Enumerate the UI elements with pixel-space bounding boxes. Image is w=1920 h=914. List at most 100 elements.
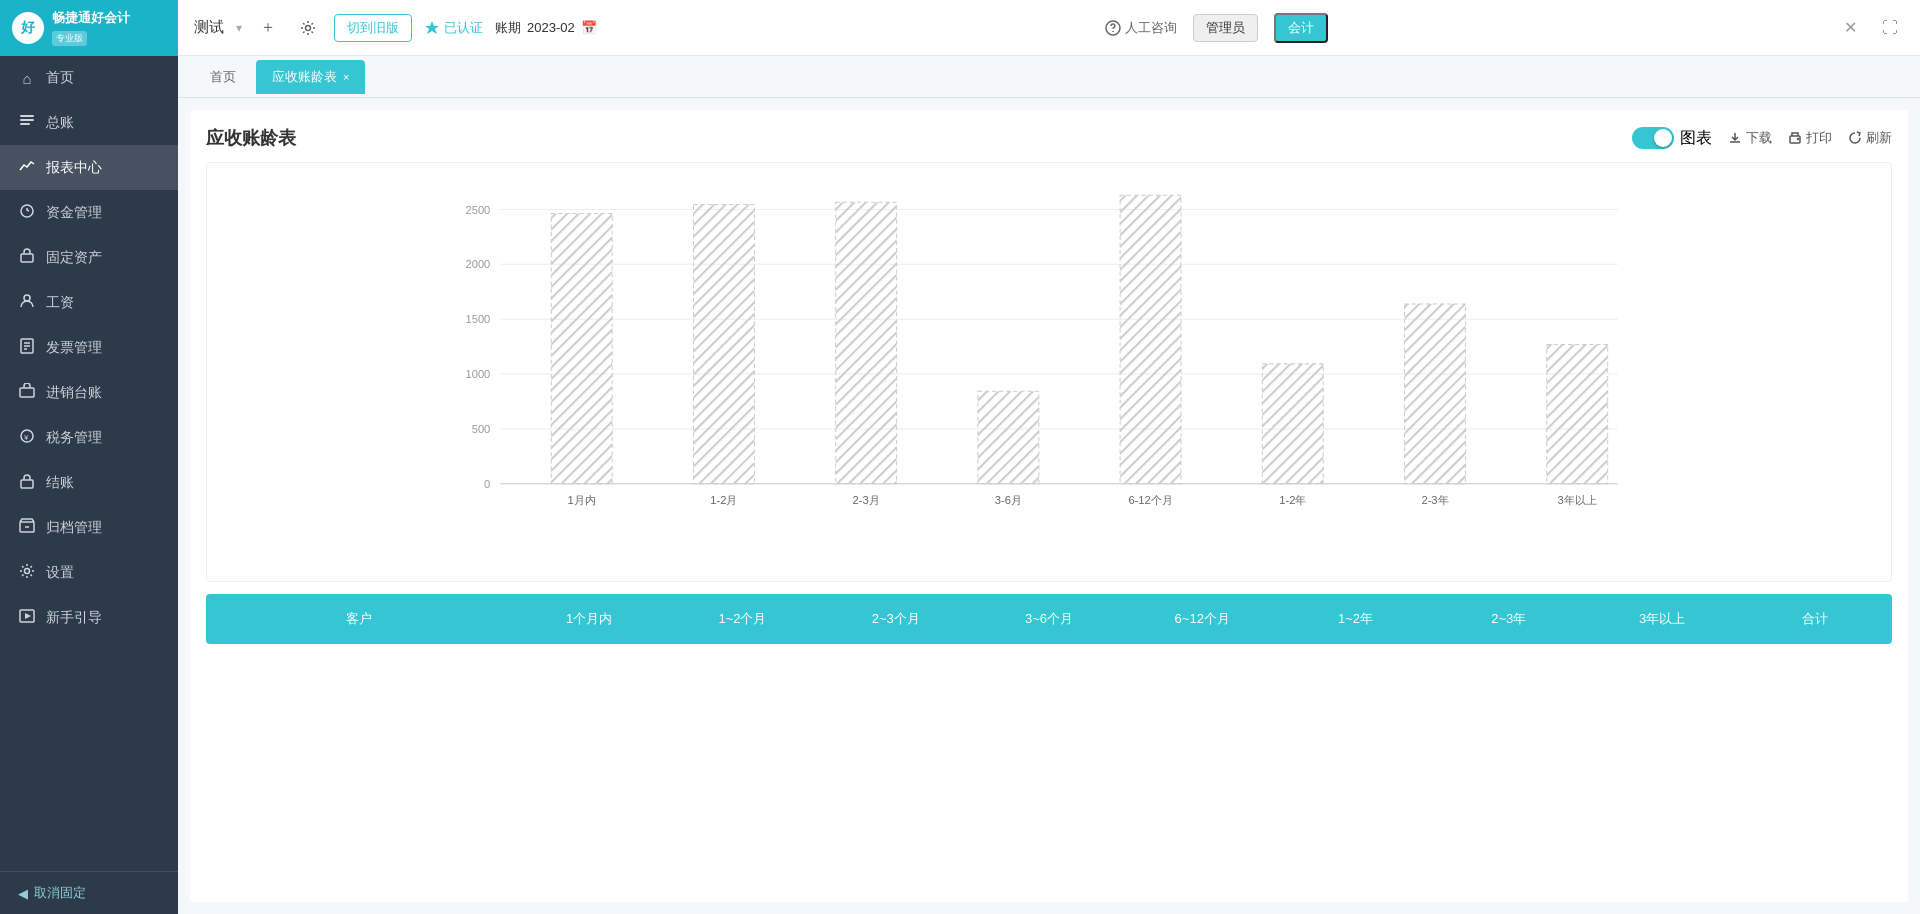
sidebar-item-funds[interactable]: 资金管理 (0, 190, 178, 235)
sidebar: 好 畅捷通好会计 专业版 ⌂ 首页 总账 报表中心 资金管理 (0, 0, 178, 914)
archive-icon (18, 518, 36, 537)
svg-rect-58 (1547, 345, 1608, 484)
close-window-btn[interactable]: ✕ (1836, 14, 1864, 42)
ledger-icon (18, 113, 36, 132)
svg-rect-43 (836, 202, 897, 483)
admin-btn[interactable]: 管理员 (1193, 14, 1258, 42)
sidebar-label-close: 结账 (46, 474, 74, 492)
help-btn[interactable]: 人工咨询 (1105, 19, 1177, 37)
col-header-customer: 客户 (206, 594, 513, 644)
app-name: 畅捷通好会计 (52, 10, 130, 27)
svg-text:2500: 2500 (465, 204, 490, 216)
sidebar-item-close[interactable]: 结账 (0, 460, 178, 505)
svg-text:500: 500 (472, 423, 491, 435)
col-header-2-3y: 2~3年 (1432, 594, 1585, 644)
sidebar-item-assets[interactable]: 固定资产 (0, 235, 178, 280)
help-label: 人工咨询 (1125, 19, 1177, 37)
svg-text:2000: 2000 (465, 258, 490, 270)
guide-icon (18, 608, 36, 627)
svg-rect-37 (551, 214, 612, 484)
sidebar-logo: 好 畅捷通好会计 专业版 (0, 0, 178, 56)
topbar: 测试 ▾ ＋ 切到旧版 已认证 账期 2023-02 📅 人工咨询 管理员 会计… (178, 0, 1920, 56)
tab-accounts-aging-label: 应收账龄表 (272, 68, 337, 86)
add-button[interactable]: ＋ (254, 14, 282, 42)
tabbar: 首页 应收账龄表 × (178, 56, 1920, 98)
col-header-6-12m: 6~12个月 (1126, 594, 1279, 644)
cancel-fixed-btn[interactable]: ◀ 取消固定 (0, 871, 178, 914)
svg-text:2-3年: 2-3年 (1421, 494, 1448, 506)
svg-text:¥: ¥ (23, 433, 29, 442)
data-table: 客户 1个月内 1~2个月 2~3个月 3~6个月 6~12个月 1~2年 2~… (206, 594, 1892, 644)
sidebar-item-tax[interactable]: ¥ 税务管理 (0, 415, 178, 460)
tab-close-icon[interactable]: × (343, 71, 349, 83)
close-accounts-icon (18, 473, 36, 492)
settings-button[interactable] (294, 14, 322, 42)
sidebar-label-salary: 工资 (46, 294, 74, 312)
main-area: 测试 ▾ ＋ 切到旧版 已认证 账期 2023-02 📅 人工咨询 管理员 会计… (178, 0, 1920, 914)
col-header-1-2m: 1~2个月 (666, 594, 819, 644)
sidebar-item-invoice[interactable]: 发票管理 (0, 325, 178, 370)
expand-window-btn[interactable]: ⛶ (1876, 14, 1904, 42)
tax-icon: ¥ (18, 428, 36, 447)
svg-rect-4 (21, 254, 33, 262)
print-btn[interactable]: 打印 (1788, 129, 1832, 147)
svg-point-19 (306, 25, 311, 30)
sidebar-label-ledger: 总账 (46, 114, 74, 132)
sidebar-nav: ⌂ 首页 总账 报表中心 资金管理 固定资产 (0, 56, 178, 871)
tab-accounts-aging[interactable]: 应收账龄表 × (256, 60, 365, 94)
svg-marker-18 (25, 613, 31, 619)
bar-chart: 0 500 1000 1500 2000 2500 1月内 1-2月 (223, 179, 1875, 565)
col-header-3y+: 3年以上 (1585, 594, 1738, 644)
sidebar-item-archive[interactable]: 归档管理 (0, 505, 178, 550)
svg-rect-49 (1120, 195, 1181, 483)
sidebar-item-inventory[interactable]: 进销台账 (0, 370, 178, 415)
col-header-1m: 1个月内 (513, 594, 666, 644)
sidebar-item-salary[interactable]: 工资 (0, 280, 178, 325)
table-header: 客户 1个月内 1~2个月 2~3个月 3~6个月 6~12个月 1~2年 2~… (206, 594, 1892, 644)
svg-text:3-6月: 3-6月 (995, 494, 1022, 506)
svg-rect-13 (21, 480, 33, 488)
svg-rect-1 (20, 119, 34, 121)
dropdown-arrow-icon[interactable]: ▾ (236, 21, 242, 35)
sidebar-label-home: 首页 (46, 69, 74, 87)
sidebar-item-settings[interactable]: 设置 (0, 550, 178, 595)
sidebar-item-reports[interactable]: 报表中心 (0, 145, 178, 190)
tab-home[interactable]: 首页 (194, 60, 252, 94)
tab-home-label: 首页 (210, 68, 236, 86)
svg-rect-0 (20, 115, 34, 117)
col-header-3-6m: 3~6个月 (972, 594, 1125, 644)
switch-old-btn[interactable]: 切到旧版 (334, 14, 412, 42)
refresh-btn[interactable]: 刷新 (1848, 129, 1892, 147)
chart-toggle[interactable] (1632, 127, 1674, 149)
svg-text:6-12个月: 6-12个月 (1128, 494, 1172, 506)
cert-status: 已认证 (424, 19, 483, 37)
logo-text-block: 畅捷通好会计 专业版 (52, 10, 130, 46)
svg-rect-55 (1405, 304, 1466, 484)
svg-text:3年以上: 3年以上 (1558, 494, 1597, 506)
topbar-right: 人工咨询 管理员 会计 (1105, 13, 1328, 43)
sidebar-label-funds: 资金管理 (46, 204, 102, 222)
sidebar-label-invoice: 发票管理 (46, 339, 102, 357)
calendar-icon[interactable]: 📅 (581, 20, 597, 35)
chart-toggle-wrap: 图表 (1632, 127, 1712, 149)
cert-label: 已认证 (444, 19, 483, 37)
sidebar-item-guide[interactable]: 新手引导 (0, 595, 178, 640)
svg-text:1500: 1500 (465, 313, 490, 325)
invoice-icon (18, 338, 36, 357)
sidebar-label-tax: 税务管理 (46, 429, 102, 447)
funds-icon (18, 203, 36, 222)
chart-container: 0 500 1000 1500 2000 2500 1月内 1-2月 (206, 162, 1892, 582)
svg-point-3 (21, 205, 33, 217)
svg-text:2-3月: 2-3月 (853, 494, 880, 506)
svg-text:0: 0 (484, 478, 490, 490)
sidebar-item-ledger[interactable]: 总账 (0, 100, 178, 145)
settings-icon (18, 563, 36, 582)
sidebar-item-home[interactable]: ⌂ 首页 (0, 56, 178, 100)
svg-point-5 (24, 295, 30, 301)
role-btn[interactable]: 会计 (1274, 13, 1328, 43)
edition-badge: 专业版 (52, 31, 87, 46)
svg-text:1月内: 1月内 (568, 494, 596, 506)
svg-rect-10 (20, 388, 34, 397)
download-btn[interactable]: 下载 (1728, 129, 1772, 147)
svg-point-22 (1798, 139, 1799, 140)
